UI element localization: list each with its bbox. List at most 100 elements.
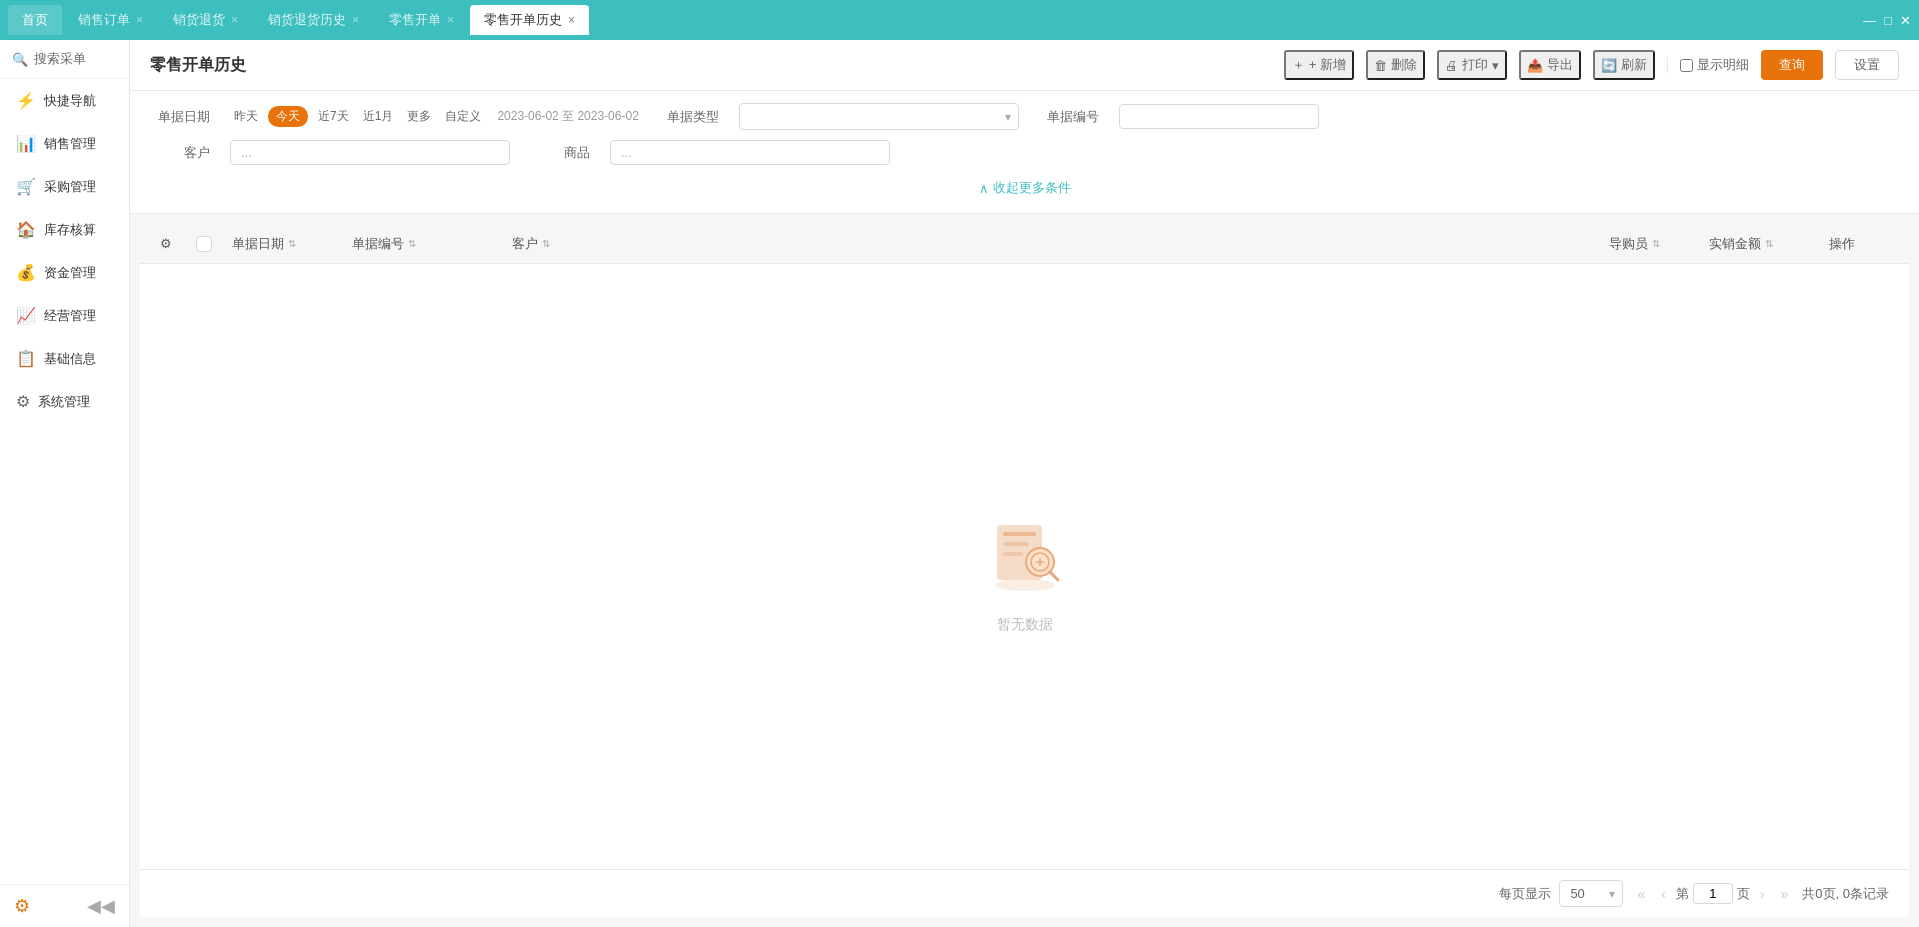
tab-sales-return-history[interactable]: 销货退货历史 × <box>254 5 373 35</box>
collapse-up-icon: ∧ <box>979 181 989 196</box>
date-btn-custom[interactable]: 自定义 <box>441 106 485 127</box>
settings-button[interactable]: 设置 <box>1835 50 1899 80</box>
col-amount-label: 实销金额 <box>1709 235 1761 253</box>
sidebar-item-purchase-mgmt-label: 采购管理 <box>44 178 96 196</box>
page-label: 第 <box>1676 885 1689 903</box>
order-no-input[interactable] <box>1119 104 1319 129</box>
total-records: 共0页, 0条记录 <box>1802 885 1889 903</box>
select-all-checkbox[interactable] <box>196 236 212 252</box>
sidebar-search[interactable]: 🔍 搜索采单 <box>0 40 129 79</box>
col-order-no-label: 单据编号 <box>352 235 404 253</box>
settings-gear-icon[interactable]: ⚙ <box>14 895 30 917</box>
tab-sales-return-history-label: 销货退货历史 <box>268 11 346 29</box>
sidebar-item-operation-mgmt[interactable]: 📈 经营管理 <box>0 294 129 337</box>
sidebar-item-sales-mgmt-label: 销售管理 <box>44 135 96 153</box>
date-btn-7days[interactable]: 近7天 <box>314 106 353 127</box>
next-page-btn[interactable]: › <box>1754 884 1771 904</box>
tab-sales-return-close[interactable]: × <box>231 13 238 27</box>
header-actions: ＋ + 新增 🗑 删除 🖨 打印 ▾ 📤 导出 🔄 <box>1284 50 1899 80</box>
col-order-no[interactable]: 单据编号 ⇅ <box>342 235 502 253</box>
filter-date-btns: 昨天 今天 近7天 近1月 更多 自定义 2023-06-02 至 2023-0… <box>230 106 639 127</box>
date-btn-today[interactable]: 今天 <box>268 106 308 127</box>
tab-bar-right: — □ ✕ <box>1863 13 1911 28</box>
col-guide-sort[interactable]: ⇅ <box>1652 238 1660 249</box>
sidebar-item-basic-info[interactable]: 📋 基础信息 <box>0 337 129 380</box>
window-maximize[interactable]: □ <box>1884 13 1892 28</box>
col-date[interactable]: 单据日期 ⇅ <box>222 235 342 253</box>
tab-sales-return-history-close[interactable]: × <box>352 13 359 27</box>
sidebar-item-system-mgmt[interactable]: ⚙ 系统管理 <box>0 380 129 423</box>
show-detail-checkbox[interactable] <box>1680 59 1693 72</box>
col-order-no-sort[interactable]: ⇅ <box>408 238 416 249</box>
print-button[interactable]: 🖨 打印 ▾ <box>1437 50 1507 80</box>
page-number-input[interactable] <box>1693 883 1733 904</box>
query-button[interactable]: 查询 <box>1761 50 1823 80</box>
tab-retail-open-history-close[interactable]: × <box>568 13 575 27</box>
add-button[interactable]: ＋ + 新增 <box>1284 50 1354 80</box>
goods-input[interactable]: ... <box>610 140 890 165</box>
tab-sales-return[interactable]: 销货退货 × <box>159 5 252 35</box>
finance-mgmt-icon: 💰 <box>16 263 36 282</box>
col-customer[interactable]: 客户 ⇅ <box>502 235 1599 253</box>
sidebar: 🔍 搜索采单 ⚡ 快捷导航 📊 销售管理 🛒 采购管理 🏠 库存核算 💰 资金管… <box>0 40 130 927</box>
tab-retail-open[interactable]: 零售开单 × <box>375 5 468 35</box>
date-btn-1month[interactable]: 近1月 <box>359 106 398 127</box>
col-settings[interactable]: ⚙ <box>150 236 186 251</box>
order-no-label: 单据编号 <box>1039 108 1099 126</box>
col-date-sort[interactable]: ⇅ <box>288 238 296 249</box>
customer-input[interactable]: ... <box>230 140 510 165</box>
add-icon: ＋ <box>1292 56 1305 74</box>
window-close[interactable]: ✕ <box>1900 13 1911 28</box>
pagination: 每页显示 10 20 50 100 ▾ « ‹ 第 页 › <box>140 869 1909 917</box>
per-page-select-wrapper[interactable]: 10 20 50 100 ▾ <box>1559 880 1623 907</box>
col-customer-sort[interactable]: ⇅ <box>542 238 550 249</box>
delete-button[interactable]: 🗑 删除 <box>1366 50 1425 80</box>
sidebar-item-stock-check[interactable]: 🏠 库存核算 <box>0 208 129 251</box>
type-select-wrapper[interactable]: ▾ <box>739 103 1019 130</box>
svg-rect-4 <box>1003 552 1023 556</box>
col-amount-sort[interactable]: ⇅ <box>1765 238 1773 249</box>
collapse-row: ∧ 收起更多条件 <box>150 175 1899 201</box>
prev-page-btn[interactable]: ‹ <box>1655 884 1672 904</box>
collapse-label: 收起更多条件 <box>993 179 1071 197</box>
tab-retail-open-history[interactable]: 零售开单历史 × <box>470 5 589 35</box>
sidebar-item-sales-mgmt[interactable]: 📊 销售管理 <box>0 122 129 165</box>
main-layout: 🔍 搜索采单 ⚡ 快捷导航 📊 销售管理 🛒 采购管理 🏠 库存核算 💰 资金管… <box>0 40 1919 927</box>
per-page-label: 每页显示 <box>1499 885 1551 903</box>
sidebar-item-purchase-mgmt[interactable]: 🛒 采购管理 <box>0 165 129 208</box>
col-guide[interactable]: 导购员 ⇅ <box>1599 235 1699 253</box>
empty-icon <box>975 500 1075 600</box>
sidebar-collapse-icon[interactable]: ◀◀ <box>87 895 115 917</box>
sidebar-item-quick-nav[interactable]: ⚡ 快捷导航 <box>0 79 129 122</box>
col-settings-icon[interactable]: ⚙ <box>160 236 172 251</box>
last-page-btn[interactable]: » <box>1775 884 1795 904</box>
col-amount[interactable]: 实销金额 ⇅ <box>1699 235 1819 253</box>
first-page-btn[interactable]: « <box>1631 884 1651 904</box>
date-btn-yesterday[interactable]: 昨天 <box>230 106 262 127</box>
export-button[interactable]: 📤 导出 <box>1519 50 1581 80</box>
refresh-button[interactable]: 🔄 刷新 <box>1593 50 1655 80</box>
search-icon: 🔍 <box>12 52 28 67</box>
sidebar-item-finance-mgmt[interactable]: 💰 资金管理 <box>0 251 129 294</box>
col-check <box>186 236 222 252</box>
show-detail-label[interactable]: 显示明细 <box>1680 56 1749 74</box>
tab-sales-order[interactable]: 销售订单 × <box>64 5 157 35</box>
sales-mgmt-icon: 📊 <box>16 134 36 153</box>
refresh-icon: 🔄 <box>1601 58 1617 73</box>
sidebar-item-stock-check-label: 库存核算 <box>44 221 96 239</box>
tab-sales-return-label: 销货退货 <box>173 11 225 29</box>
delete-label: 删除 <box>1391 56 1417 74</box>
tab-retail-open-close[interactable]: × <box>447 13 454 27</box>
tab-home[interactable]: 首页 <box>8 5 62 35</box>
tab-retail-open-label: 零售开单 <box>389 11 441 29</box>
window-minimize[interactable]: — <box>1863 13 1876 28</box>
date-btn-more[interactable]: 更多 <box>403 106 435 127</box>
page-of: 页 <box>1737 885 1750 903</box>
filter-area: 单据日期 昨天 今天 近7天 近1月 更多 自定义 2023-06-02 至 2… <box>130 91 1919 214</box>
per-page-select[interactable]: 10 20 50 100 <box>1559 880 1623 907</box>
svg-rect-3 <box>1003 542 1029 546</box>
tab-sales-order-close[interactable]: × <box>136 13 143 27</box>
filter-row-1: 单据日期 昨天 今天 近7天 近1月 更多 自定义 2023-06-02 至 2… <box>150 103 1899 130</box>
type-select[interactable] <box>739 103 1019 130</box>
collapse-btn[interactable]: ∧ 收起更多条件 <box>979 175 1071 201</box>
